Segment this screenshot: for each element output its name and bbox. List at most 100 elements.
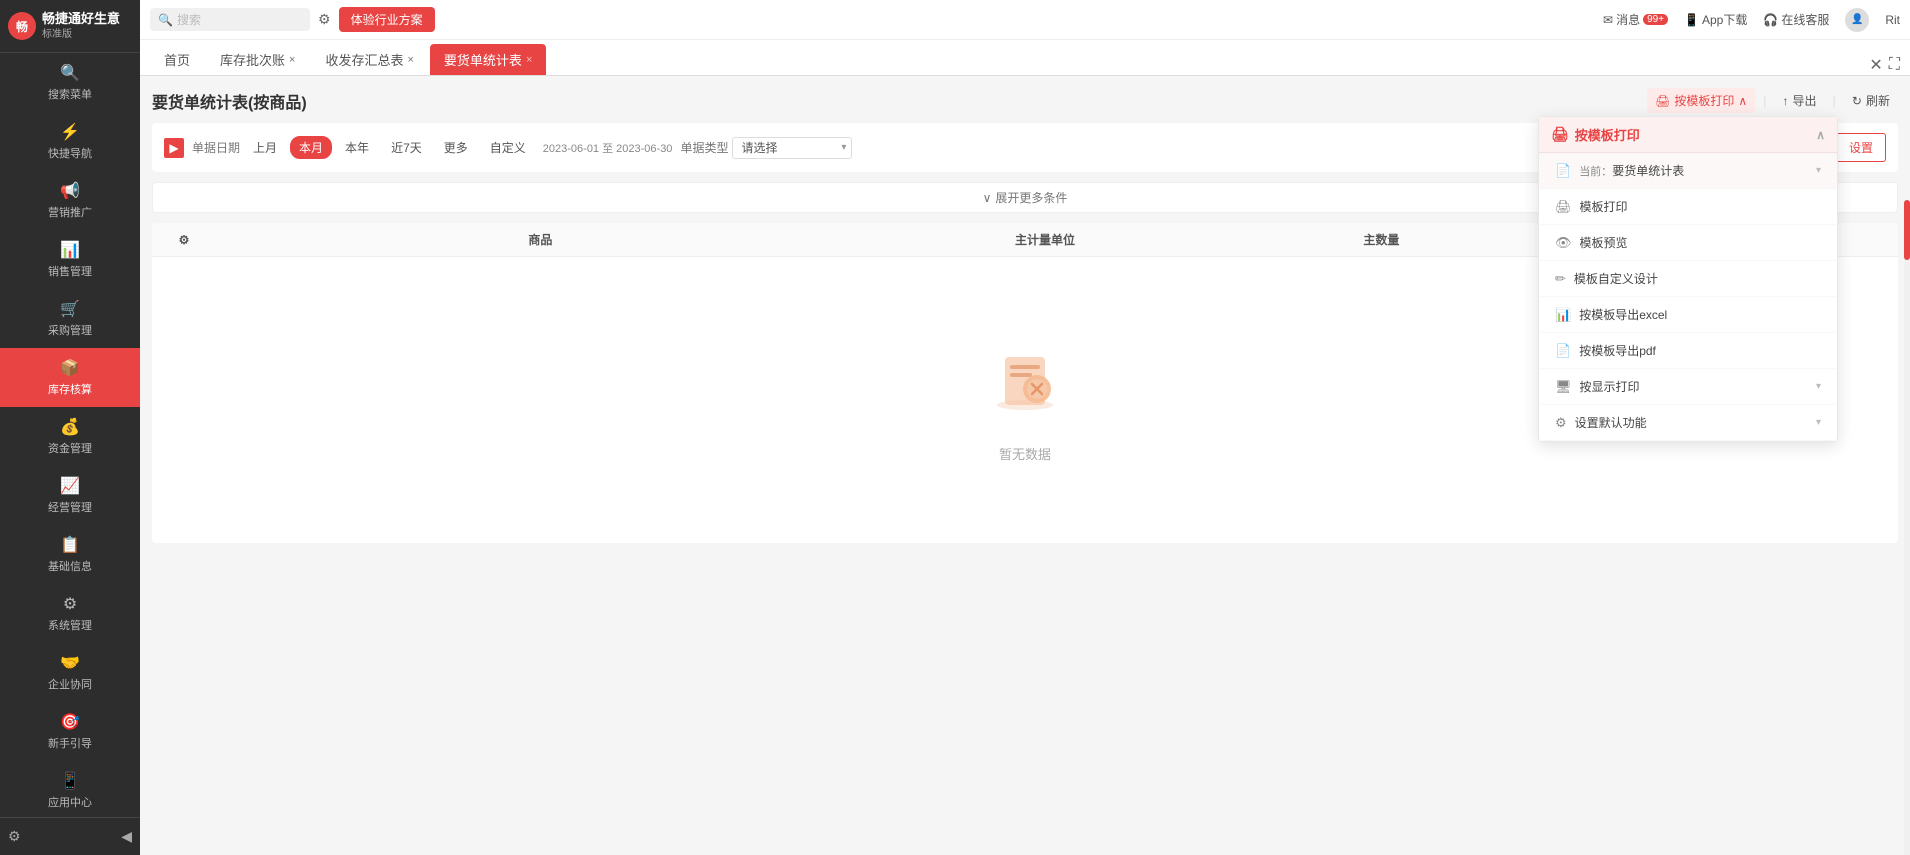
date-btn-this-month[interactable]: 本月: [290, 136, 332, 159]
th-product: 商品: [204, 231, 877, 248]
sidebar-item-finance[interactable]: 💰 资金管理: [0, 407, 140, 466]
current-arrow-icon: ▾: [1816, 165, 1821, 176]
template-pdf-icon: 📄: [1555, 343, 1571, 359]
operations-icon: 📈: [60, 476, 80, 496]
setting-btn[interactable]: 设置: [1836, 133, 1886, 162]
app-download-item[interactable]: 📱 App下载: [1684, 11, 1747, 28]
dropdown-header: 🖨 按模板打印 ∧: [1539, 117, 1837, 153]
sidebar-nav: 🔍 搜索菜单 ⚡ 快捷导航 📢 营销推广 📊 销售管理 🛒 采购管理 📦 库存核…: [0, 53, 140, 817]
export-btn-label: 导出: [1793, 92, 1817, 109]
message-label: 消息: [1616, 11, 1640, 28]
dropdown-item-display-print[interactable]: 🖥 按显示打印 ▾: [1539, 369, 1837, 405]
type-select[interactable]: 请选择: [732, 137, 852, 159]
dropdown-item-template-preview-label: 模板预览: [1580, 234, 1821, 251]
right-scrollbar[interactable]: [1904, 200, 1910, 855]
dropdown-title: 按模板打印: [1575, 125, 1640, 144]
sidebar: 畅 畅捷通好生意 标准版 🔍 搜索菜单 ⚡ 快捷导航 📢 营销推广 📊 销售管理…: [0, 0, 140, 855]
divider-1: |: [1763, 93, 1766, 108]
sidebar-item-marketing-label: 营销推广: [48, 204, 92, 220]
sidebar-item-system-label: 系统管理: [48, 617, 92, 633]
tab-summary-label: 收发存汇总表: [325, 50, 403, 69]
dropdown-item-template-preview[interactable]: 👁 模板预览: [1539, 225, 1837, 261]
dropdown-item-template-excel-label: 按模板导出excel: [1579, 306, 1821, 323]
template-custom-icon: ✏: [1555, 271, 1566, 287]
topbar-search[interactable]: 🔍 搜索: [150, 8, 310, 31]
expand-chevron-icon: ∨: [983, 191, 992, 205]
tab-inventory-batch-close[interactable]: ×: [289, 54, 295, 66]
sidebar-item-basic[interactable]: 📋 基础信息: [0, 525, 140, 584]
page-title: 要货单统计表(按商品): [152, 89, 307, 113]
dropdown-item-template-excel[interactable]: 📊 按模板导出excel: [1539, 297, 1837, 333]
filter-expand-btn[interactable]: ▶: [164, 138, 184, 158]
user-avatar[interactable]: 👤: [1845, 8, 1869, 32]
topbar-gear-icon[interactable]: ⚙: [318, 11, 331, 28]
industry-btn[interactable]: 体验行业方案: [339, 7, 435, 32]
current-value: 要货单统计表: [1612, 164, 1684, 178]
th-settings[interactable]: ⚙: [164, 233, 204, 247]
sidebar-item-appstore[interactable]: 📱 应用中心: [0, 761, 140, 817]
sidebar-item-collab-label: 企业协同: [48, 676, 92, 692]
dropdown-item-template-print[interactable]: 🖨 模板打印: [1539, 189, 1837, 225]
inventory-icon: 📦: [60, 358, 80, 378]
sidebar-item-newbie-label: 新手引导: [48, 735, 92, 751]
sidebar-bottom: ⚙ ◀: [0, 817, 140, 855]
message-item[interactable]: ✉ 消息 99+: [1603, 11, 1668, 28]
tab-order-stats[interactable]: 要货单统计表 ×: [430, 44, 546, 75]
close-all-tabs-icon[interactable]: ✕: [1869, 55, 1882, 75]
sidebar-item-inventory[interactable]: 📦 库存核算: [0, 348, 140, 407]
tab-inventory-batch-label: 库存批次账: [220, 50, 285, 69]
online-service-item[interactable]: 🎧 在线客服: [1763, 11, 1829, 28]
print-btn[interactable]: 🖨 按模板打印 ∧: [1647, 88, 1755, 113]
dropdown-header-left: 🖨 按模板打印: [1551, 125, 1640, 144]
sidebar-item-basic-label: 基础信息: [48, 558, 92, 574]
sidebar-item-appstore-label: 应用中心: [48, 794, 92, 810]
dropdown-item-template-pdf[interactable]: 📄 按模板导出pdf: [1539, 333, 1837, 369]
tab-inventory-batch[interactable]: 库存批次账 ×: [206, 44, 309, 75]
phone-icon: 📱: [1684, 13, 1699, 27]
sales-icon: 📊: [60, 240, 80, 260]
print-btn-label: 按模板打印: [1674, 92, 1734, 109]
sidebar-item-marketing[interactable]: 📢 营销推广: [0, 171, 140, 230]
template-excel-icon: 📊: [1555, 307, 1571, 323]
sidebar-item-operations[interactable]: 📈 经营管理: [0, 466, 140, 525]
sidebar-item-system[interactable]: ⚙ 系统管理: [0, 584, 140, 643]
search-icon: 🔍: [158, 13, 173, 27]
date-btn-custom[interactable]: 自定义: [481, 136, 535, 159]
basic-icon: 📋: [60, 535, 80, 555]
export-btn[interactable]: ↑ 导出: [1775, 88, 1825, 113]
settings-bottom-icon[interactable]: ⚙: [8, 828, 21, 845]
sidebar-item-operations-label: 经营管理: [48, 499, 92, 515]
print-dropdown-arrow: ∧: [1738, 94, 1747, 108]
dropdown-item-template-print-label: 模板打印: [1580, 198, 1821, 215]
main-area: 🔍 搜索 ⚙ 体验行业方案 ✉ 消息 99+ 📱 App下载 🎧 在线客服 👤 …: [140, 0, 1910, 855]
maximize-icon[interactable]: ⛶: [1889, 56, 1900, 74]
tab-home[interactable]: 首页: [150, 44, 204, 75]
date-btn-last-month[interactable]: 上月: [244, 136, 286, 159]
sidebar-item-quick-nav-label: 快捷导航: [48, 145, 92, 161]
dropdown-item-current[interactable]: 📄 当前：要货单统计表 ▾: [1539, 153, 1837, 189]
date-btn-more[interactable]: 更多: [435, 136, 477, 159]
dropdown-item-template-custom[interactable]: ✏ 模板自定义设计: [1539, 261, 1837, 297]
dropdown-item-set-default[interactable]: ⚙ 设置默认功能 ▾: [1539, 405, 1837, 441]
sidebar-item-purchase[interactable]: 🛒 采购管理: [0, 289, 140, 348]
date-btn-this-year[interactable]: 本年: [336, 136, 378, 159]
dropdown-item-set-default-label: 设置默认功能: [1575, 414, 1808, 431]
tab-order-stats-close[interactable]: ×: [526, 54, 532, 66]
app-download-label: App下载: [1702, 11, 1747, 28]
sidebar-item-quick-nav[interactable]: ⚡ 快捷导航: [0, 112, 140, 171]
template-preview-icon: 👁: [1555, 235, 1572, 251]
sidebar-item-sales[interactable]: 📊 销售管理: [0, 230, 140, 289]
date-btn-7days[interactable]: 近7天: [382, 136, 431, 159]
refresh-btn[interactable]: ↻ 刷新: [1844, 88, 1898, 113]
tab-summary-close[interactable]: ×: [407, 54, 413, 66]
sidebar-item-search[interactable]: 🔍 搜索菜单: [0, 53, 140, 112]
sidebar-item-sales-label: 销售管理: [48, 263, 92, 279]
tab-summary[interactable]: 收发存汇总表 ×: [311, 44, 427, 75]
sidebar-item-collab[interactable]: 🤝 企业协同: [0, 643, 140, 702]
page-actions: 🖨 按模板打印 ∧ | ↑ 导出 | ↻ 刷新: [1647, 88, 1898, 113]
tab-order-stats-label: 要货单统计表: [444, 50, 522, 69]
dropdown-close-btn[interactable]: ∧: [1816, 128, 1825, 142]
collapse-icon[interactable]: ◀: [121, 828, 132, 845]
sidebar-item-newbie[interactable]: 🎯 新手引导: [0, 702, 140, 761]
dropdown-item-template-custom-label: 模板自定义设计: [1574, 270, 1821, 287]
